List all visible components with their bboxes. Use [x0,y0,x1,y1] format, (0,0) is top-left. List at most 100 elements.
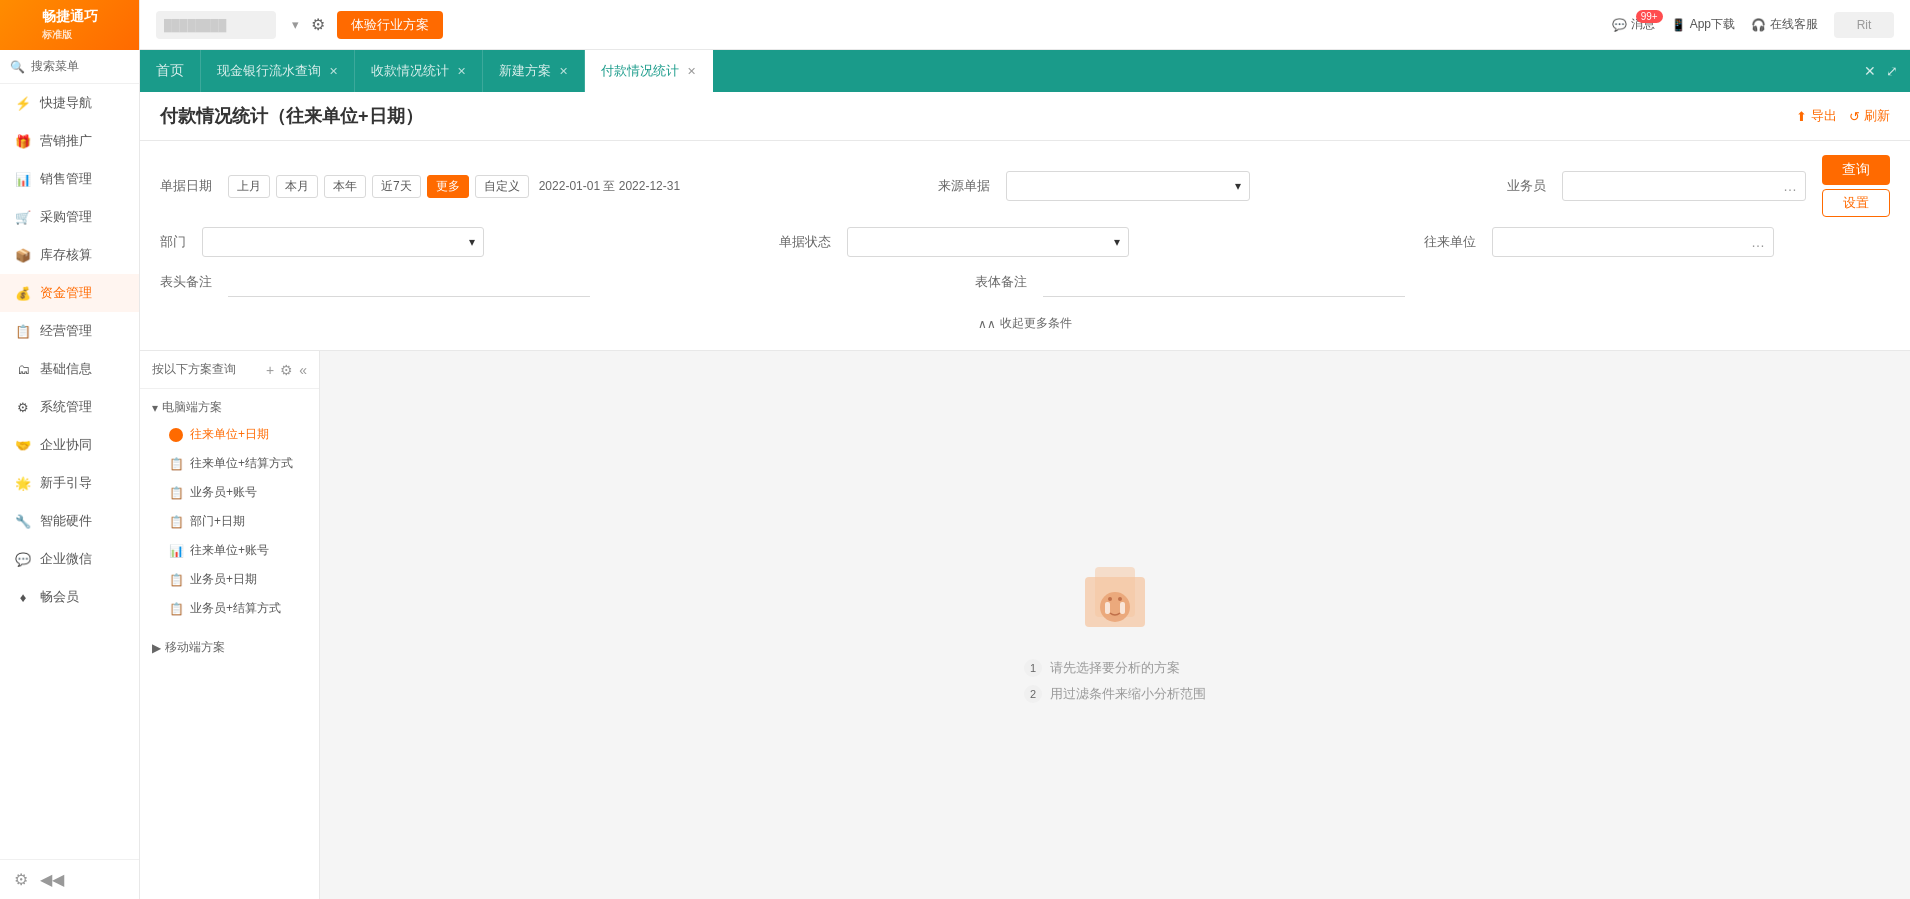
this-month-btn[interactable]: 本月 [276,175,318,198]
settings-btn[interactable]: 设置 [1822,189,1890,217]
tip1-text: 请先选择要分析的方案 [1050,659,1180,677]
tab-close-bank-flow[interactable]: ✕ [329,65,338,78]
dept-select[interactable]: ▾ [202,227,484,257]
service-label: 在线客服 [1770,16,1818,33]
export-icon: ⬆ [1796,109,1807,124]
sidebar-item-operations[interactable]: 📋经营管理 [0,312,139,350]
trial-btn[interactable]: 体验行业方案 [337,11,443,39]
svg-rect-4 [1120,602,1125,614]
pc-section-label: 电脑端方案 [162,399,222,416]
service-btn[interactable]: 🎧 在线客服 [1751,16,1818,33]
status-chevron-icon: ▾ [1114,235,1120,249]
scheme-header-actions: + ⚙ « [266,362,307,378]
salesperson-select[interactable]: … [1562,171,1806,201]
header-note-input[interactable] [228,267,590,297]
sidebar-item-marketing[interactable]: 🎁营销推广 [0,122,139,160]
7days-btn[interactable]: 近7天 [372,175,421,198]
sidebar-item-capital[interactable]: 💰资金管理 [0,274,139,312]
status-select[interactable]: ▾ [847,227,1129,257]
pc-section-title[interactable]: ▾ 电脑端方案 [140,395,319,420]
filter-panel: 单据日期 上月 本月 本年 近7天 更多 自定义 2022-01-01 至 20… [140,141,1910,351]
dept-label: 部门 [160,233,186,251]
sidebar-label-system: 系统管理 [40,398,92,416]
tab-bank-flow[interactable]: 现金银行流水查询✕ [201,50,355,92]
sidebar-item-basic[interactable]: 🗂基础信息 [0,350,139,388]
scheme-item-salesperson-date[interactable]: 📋业务员+日期 [140,565,319,594]
logo-name: 畅捷通巧 [42,8,98,26]
sidebar-item-sales[interactable]: 📊销售管理 [0,160,139,198]
app-label: App下载 [1690,16,1735,33]
scheme-item-partner-account[interactable]: 📊往来单位+账号 [140,536,319,565]
partner-dots: … [1751,234,1765,250]
tab-payment-stats[interactable]: 付款情况统计✕ [585,50,713,92]
scheme-item-salesperson-settle[interactable]: 📋业务员+结算方式 [140,594,319,623]
message-badge: 99+ [1636,10,1663,23]
last-month-btn[interactable]: 上月 [228,175,270,198]
export-btn[interactable]: ⬆ 导出 [1796,107,1837,125]
settings-bottom-icon[interactable]: ⚙ [14,870,28,889]
sidebar-item-enterprise[interactable]: 🤝 企业协同 [0,426,139,464]
scheme-item-label-partner-account: 往来单位+账号 [190,542,269,559]
scheme-item-label-dept-date: 部门+日期 [190,513,245,530]
source-select[interactable]: ▾ [1006,171,1250,201]
svg-rect-3 [1105,602,1110,614]
more-btn[interactable]: 更多 [427,175,469,198]
tab-close-payment-stats[interactable]: ✕ [687,65,696,78]
tabbar-close-btn[interactable]: ✕ [1864,63,1876,79]
tab-receipt-stats[interactable]: 收款情况统计✕ [355,50,483,92]
sidebar-item-purchase[interactable]: 🛒采购管理 [0,198,139,236]
sidebar-item-quick-nav[interactable]: ⚡快捷导航 [0,84,139,122]
topbar-gear-icon[interactable]: ⚙ [311,15,325,34]
app-download-btn[interactable]: 📱 App下载 [1671,16,1735,33]
sidebar-item-guide[interactable]: 🌟新手引导 [0,464,139,502]
scheme-item-salesperson-account[interactable]: 📋业务员+账号 [140,478,319,507]
enterprise-icon: 🤝 [14,436,32,454]
sidebar-item-wechat[interactable]: 💬企业微信 [0,540,139,578]
page-content: 付款情况统计（往来单位+日期） ⬆ 导出 ↺ 刷新 单据日期 上月 本月 [140,92,1910,899]
tabbar-expand-btn[interactable]: ⤢ [1886,63,1898,79]
refresh-btn[interactable]: ↺ 刷新 [1849,107,1890,125]
hardware-icon: 🔧 [14,512,32,530]
tab-close-receipt-stats[interactable]: ✕ [457,65,466,78]
tab-home[interactable]: 首页 [140,50,201,92]
query-btn[interactable]: 查询 [1822,155,1890,185]
avatar[interactable]: Rit [1834,12,1894,38]
partner-select[interactable]: … [1492,227,1774,257]
sidebar-label-enterprise: 企业协同 [40,436,92,454]
mobile-collapse-icon: ▶ [152,641,161,655]
sidebar-label-guide: 新手引导 [40,474,92,492]
dept-chevron-icon: ▾ [469,235,475,249]
message-btn[interactable]: 💬 消息 99+ [1612,16,1655,33]
sidebar-label-operations: 经营管理 [40,322,92,340]
tab-close-new-plan[interactable]: ✕ [559,65,568,78]
scheme-item-dept-date[interactable]: 📋部门+日期 [140,507,319,536]
body-note-input[interactable] [1043,267,1405,297]
refresh-label: 刷新 [1864,107,1890,125]
scheme-settings-btn[interactable]: ⚙ [280,362,293,378]
sidebar-bottom: ⚙ ◀◀ [0,859,139,899]
scheme-add-btn[interactable]: + [266,362,274,378]
sidebar-item-system[interactable]: ⚙ 系统管理 [0,388,139,426]
sidebar-item-hardware[interactable]: 🔧智能硬件 [0,502,139,540]
collapse-btn[interactable]: ∧∧ 收起更多条件 [160,307,1890,336]
scheme-collapse-btn[interactable]: « [299,362,307,378]
svg-point-2 [1100,592,1130,622]
this-year-btn[interactable]: 本年 [324,175,366,198]
scheme-item-partner-date[interactable]: 往来单位+日期 [140,420,319,449]
mobile-section-title[interactable]: ▶ 移动端方案 [140,635,319,660]
filter-row-3: 表头备注 表体备注 [160,267,1890,297]
sidebar: 畅捷通巧 标准版 🔍 搜索菜单 ⚡快捷导航🎁营销推广📊销售管理🛒采购管理📦库存核… [0,0,140,899]
phone-icon: 📱 [1671,18,1686,32]
sidebar-label-marketing: 营销推广 [40,132,92,150]
sidebar-search[interactable]: 🔍 搜索菜单 [0,50,139,84]
sidebar-item-inventory[interactable]: 📦库存核算 [0,236,139,274]
sidebar-item-vip[interactable]: ♦畅会员 [0,578,139,616]
tab-new-plan[interactable]: 新建方案✕ [483,50,585,92]
topbar-chevron-icon[interactable]: ▾ [292,17,299,32]
tab-label-home: 首页 [156,62,184,80]
custom-btn[interactable]: 自定义 [475,175,529,198]
system-icon: ⚙ [14,398,32,416]
collapse-sidebar-icon[interactable]: ◀◀ [40,870,64,889]
sidebar-logo: 畅捷通巧 标准版 [0,0,139,50]
scheme-item-partner-settle[interactable]: 📋往来单位+结算方式 [140,449,319,478]
